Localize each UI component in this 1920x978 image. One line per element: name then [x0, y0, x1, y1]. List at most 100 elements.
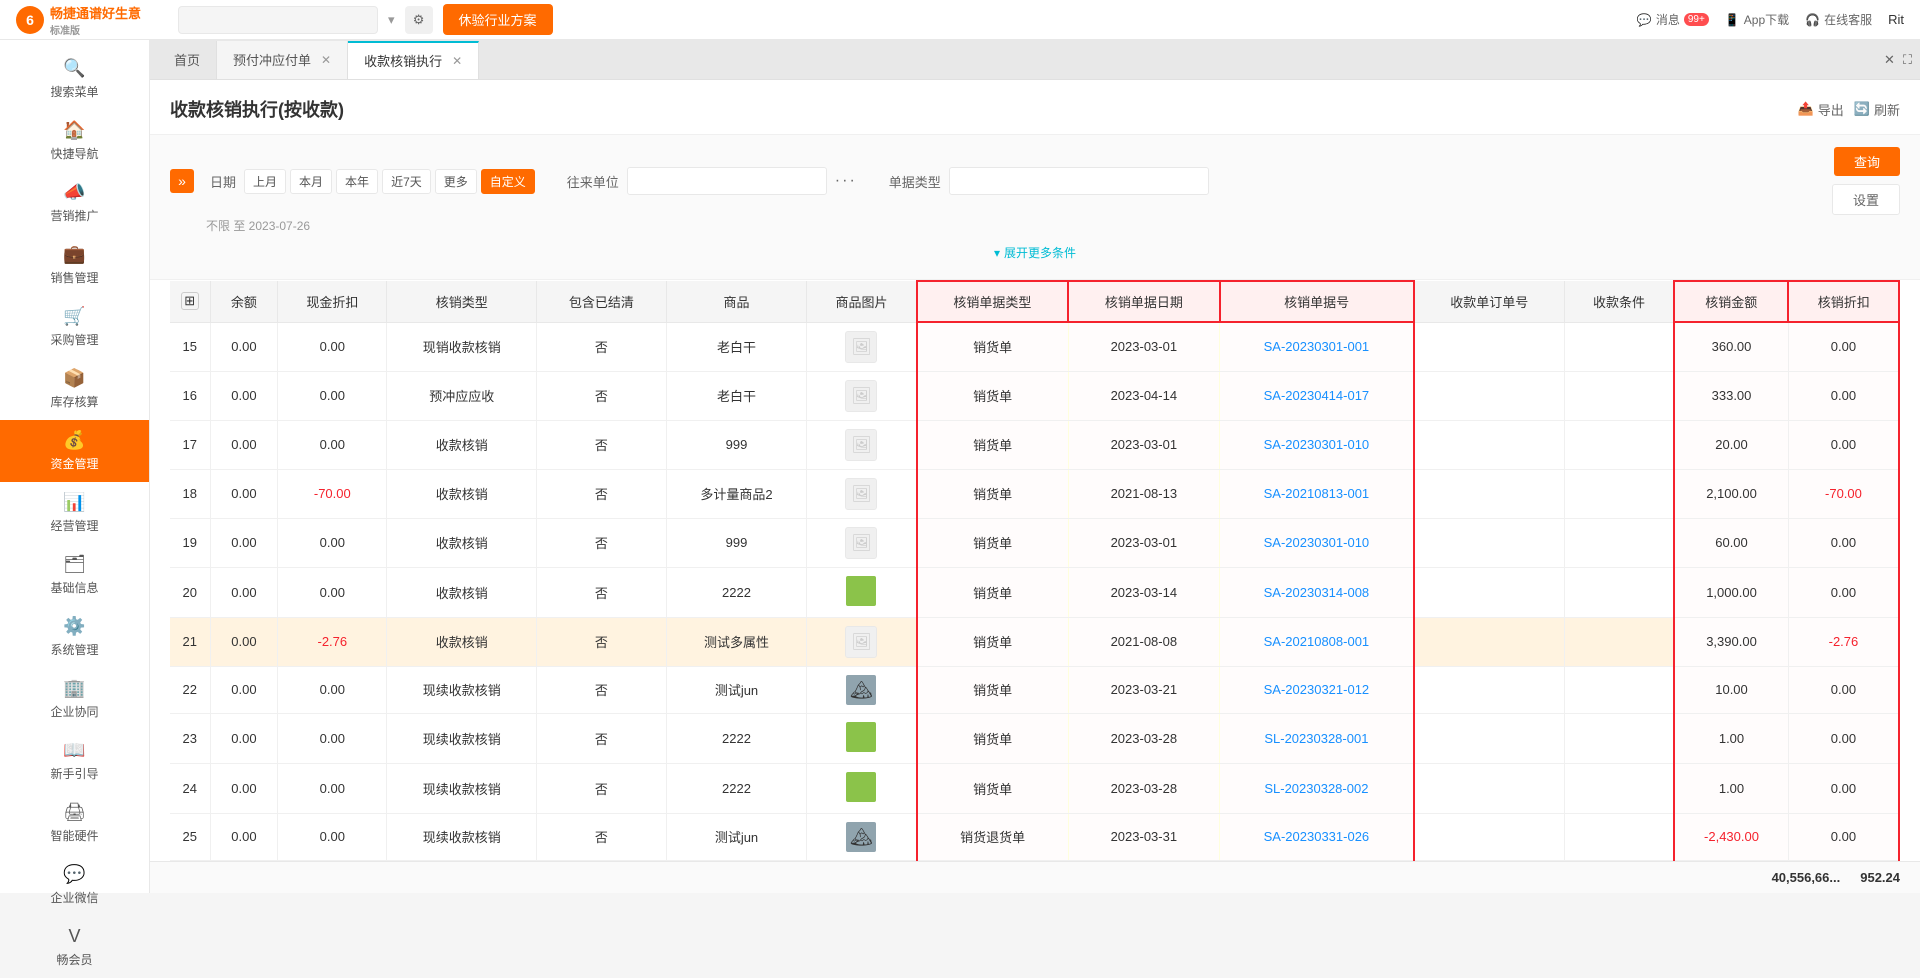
bill-no-link[interactable]: SA-20230301-001 — [1264, 339, 1370, 354]
tab-prepay-close-icon[interactable]: ✕ — [321, 53, 331, 67]
td-cancel-discount: 0.00 — [1788, 666, 1899, 713]
ellipsis-button[interactable]: ··· — [835, 172, 857, 190]
sidebar-label: 库存核算 — [50, 393, 98, 410]
td-goods-img — [807, 713, 917, 763]
bill-no-link[interactable]: SA-20230321-012 — [1264, 682, 1370, 697]
sidebar-item-newbie[interactable]: 📖 新手引导 — [0, 730, 149, 792]
money-icon: 💰 — [63, 430, 85, 451]
date-btn-custom[interactable]: 自定义 — [481, 169, 535, 194]
td-cancel-bill-type: 销货单 — [917, 567, 1069, 617]
sidebar-item-sys-mgmt[interactable]: ⚙️ 系统管理 — [0, 606, 149, 668]
sidebar-item-quick-nav[interactable]: 🏠 快捷导航 — [0, 110, 149, 172]
td-no: 18 — [170, 469, 210, 518]
column-settings-icon[interactable]: ⊞ — [181, 292, 199, 310]
online-support-link[interactable]: 🎧 在线客服 — [1805, 11, 1872, 28]
sidebar-item-purchase[interactable]: 🛒 采购管理 — [0, 296, 149, 358]
tab-receipt-close-icon[interactable]: ✕ — [452, 54, 462, 68]
top-search-input[interactable] — [178, 6, 378, 34]
expand-arrow-button[interactable]: » — [170, 169, 194, 193]
maximize-icon[interactable]: ⛶ — [1903, 52, 1912, 68]
sidebar-item-capital[interactable]: 💰 资金管理 — [0, 420, 149, 482]
td-cancel-bill-date: 2021-08-08 — [1068, 617, 1220, 666]
th-settings[interactable]: ⊞ — [170, 281, 210, 322]
sidebar-item-marketing[interactable]: 📣 营销推广 — [0, 172, 149, 234]
date-filter: 日期 上月 本月 本年 近7天 更多 自定义 — [210, 169, 535, 194]
sidebar: 🔍 搜索菜单 🏠 快捷导航 📣 营销推广 💼 销售管理 🛒 采购管理 📦 库存核… — [0, 40, 150, 893]
bill-no-link[interactable]: SA-20210808-001 — [1264, 634, 1370, 649]
chevron-down-icon[interactable]: ▾ — [388, 12, 395, 28]
table-row: 25 0.00 0.00 现续收款核销 否 测试jun 🏔 销货退货单 2023… — [170, 813, 1899, 860]
td-cancel-type: 现销收款核销 — [387, 322, 537, 371]
sidebar-item-inventory[interactable]: 📦 库存核算 — [0, 358, 149, 420]
td-goods: 老白干 — [666, 371, 807, 420]
sidebar-item-basic-info[interactable]: 🗂 基础信息 — [0, 544, 149, 606]
sidebar-label: 资金管理 — [50, 455, 98, 472]
tab-home[interactable]: 首页 — [158, 41, 217, 79]
sidebar-label: 企业协同 — [50, 703, 98, 720]
date-btn-this-year[interactable]: 本年 — [336, 169, 378, 194]
sidebar-item-search-menu[interactable]: 🔍 搜索菜单 — [0, 48, 149, 110]
date-btn-7days[interactable]: 近7天 — [382, 169, 431, 194]
bill-no-link[interactable]: SA-20230414-017 — [1264, 388, 1370, 403]
message-area[interactable]: 💬 消息 99+ — [1637, 11, 1709, 28]
td-balance: 0.00 — [210, 813, 278, 860]
td-cancel-discount: 0.00 — [1788, 713, 1899, 763]
sidebar-item-ops[interactable]: 📊 经营管理 — [0, 482, 149, 544]
td-cancel-bill-no: SA-20230301-010 — [1220, 518, 1414, 567]
bill-type-input[interactable] — [949, 167, 1209, 195]
close-all-icon[interactable]: ✕ — [1884, 52, 1895, 68]
page-header: 收款核销执行(按收款) 📤 导出 🔄 刷新 — [150, 80, 1920, 135]
sidebar-label: 基础信息 — [50, 579, 98, 596]
td-cancel-type: 现续收款核销 — [387, 763, 537, 813]
bill-no-link[interactable]: SA-20210813-001 — [1264, 486, 1370, 501]
wechat-icon: 💬 — [63, 864, 85, 885]
bill-no-link[interactable]: SL-20230328-002 — [1264, 781, 1368, 796]
td-cancel-bill-type: 销货单 — [917, 420, 1069, 469]
table-row: 21 0.00 -2.76 收款核销 否 测试多属性 🖼 销货单 2021-08… — [170, 617, 1899, 666]
td-receipt-condition — [1564, 469, 1674, 518]
setting-button[interactable]: 设置 — [1832, 184, 1900, 215]
date-btn-more[interactable]: 更多 — [435, 169, 477, 194]
counterparty-input[interactable] — [627, 167, 827, 195]
top-bar: 6 畅捷通谱好生意 标准版 ▾ ⚙ 休验行业方案 💬 消息 99+ 📱 App下… — [0, 0, 1920, 40]
th-receipt-order-no: 收款单订单号 — [1414, 281, 1565, 322]
bill-no-link[interactable]: SL-20230328-001 — [1264, 731, 1368, 746]
industry-solution-button[interactable]: 休验行业方案 — [443, 4, 553, 35]
td-cancel-discount: -70.00 — [1788, 469, 1899, 518]
sidebar-item-wechat[interactable]: 💬 企业微信 — [0, 854, 149, 916]
td-include-settled: 否 — [537, 567, 666, 617]
top-center: ▾ ⚙ 休验行业方案 — [178, 4, 1625, 35]
bill-no-link[interactable]: SA-20230314-008 — [1264, 585, 1370, 600]
td-balance: 0.00 — [210, 322, 278, 371]
sidebar-item-vip[interactable]: V 畅会员 — [0, 916, 149, 978]
td-receipt-order-no — [1414, 666, 1565, 713]
app-download-link[interactable]: 📱 App下载 — [1725, 11, 1789, 28]
tab-receipt-cancel[interactable]: 收款核销执行 ✕ — [348, 41, 479, 79]
td-receipt-order-no — [1414, 469, 1565, 518]
table-container: ⊞ 余额 现金折扣 核销类型 包含已结清 商品 商品图片 核销单据类型 核销单据… — [150, 280, 1920, 861]
td-cancel-bill-no: SA-20230301-010 — [1220, 420, 1414, 469]
td-no: 19 — [170, 518, 210, 567]
td-cash-discount: 0.00 — [278, 713, 387, 763]
date-btn-this-month[interactable]: 本月 — [290, 169, 332, 194]
bill-no-link[interactable]: SA-20230301-010 — [1264, 437, 1370, 452]
bill-no-link[interactable]: SA-20230331-026 — [1264, 829, 1370, 844]
tab-prepay-order[interactable]: 预付冲应付单 ✕ — [217, 41, 348, 79]
sidebar-item-enterprise[interactable]: 🏢 企业协同 — [0, 668, 149, 730]
refresh-button[interactable]: 🔄 刷新 — [1854, 100, 1900, 119]
td-goods: 测试jun — [666, 666, 807, 713]
bill-no-link[interactable]: SA-20230301-010 — [1264, 535, 1370, 550]
td-no: 17 — [170, 420, 210, 469]
td-include-settled: 否 — [537, 518, 666, 567]
sidebar-item-sales[interactable]: 💼 销售管理 — [0, 234, 149, 296]
table-header-row: ⊞ 余额 现金折扣 核销类型 包含已结清 商品 商品图片 核销单据类型 核销单据… — [170, 281, 1899, 322]
td-cash-discount: 0.00 — [278, 371, 387, 420]
gear-button[interactable]: ⚙ — [405, 6, 433, 34]
sidebar-item-smart-hw[interactable]: 🖨 智能硬件 — [0, 792, 149, 854]
export-button[interactable]: 📤 导出 — [1798, 100, 1844, 119]
expand-conditions-button[interactable]: ▾ 展开更多条件 — [170, 238, 1900, 267]
product-image: 🖼 — [845, 527, 877, 559]
main-table: ⊞ 余额 现金折扣 核销类型 包含已结清 商品 商品图片 核销单据类型 核销单据… — [170, 280, 1900, 861]
date-btn-last-month[interactable]: 上月 — [244, 169, 286, 194]
query-button[interactable]: 查询 — [1834, 147, 1900, 176]
